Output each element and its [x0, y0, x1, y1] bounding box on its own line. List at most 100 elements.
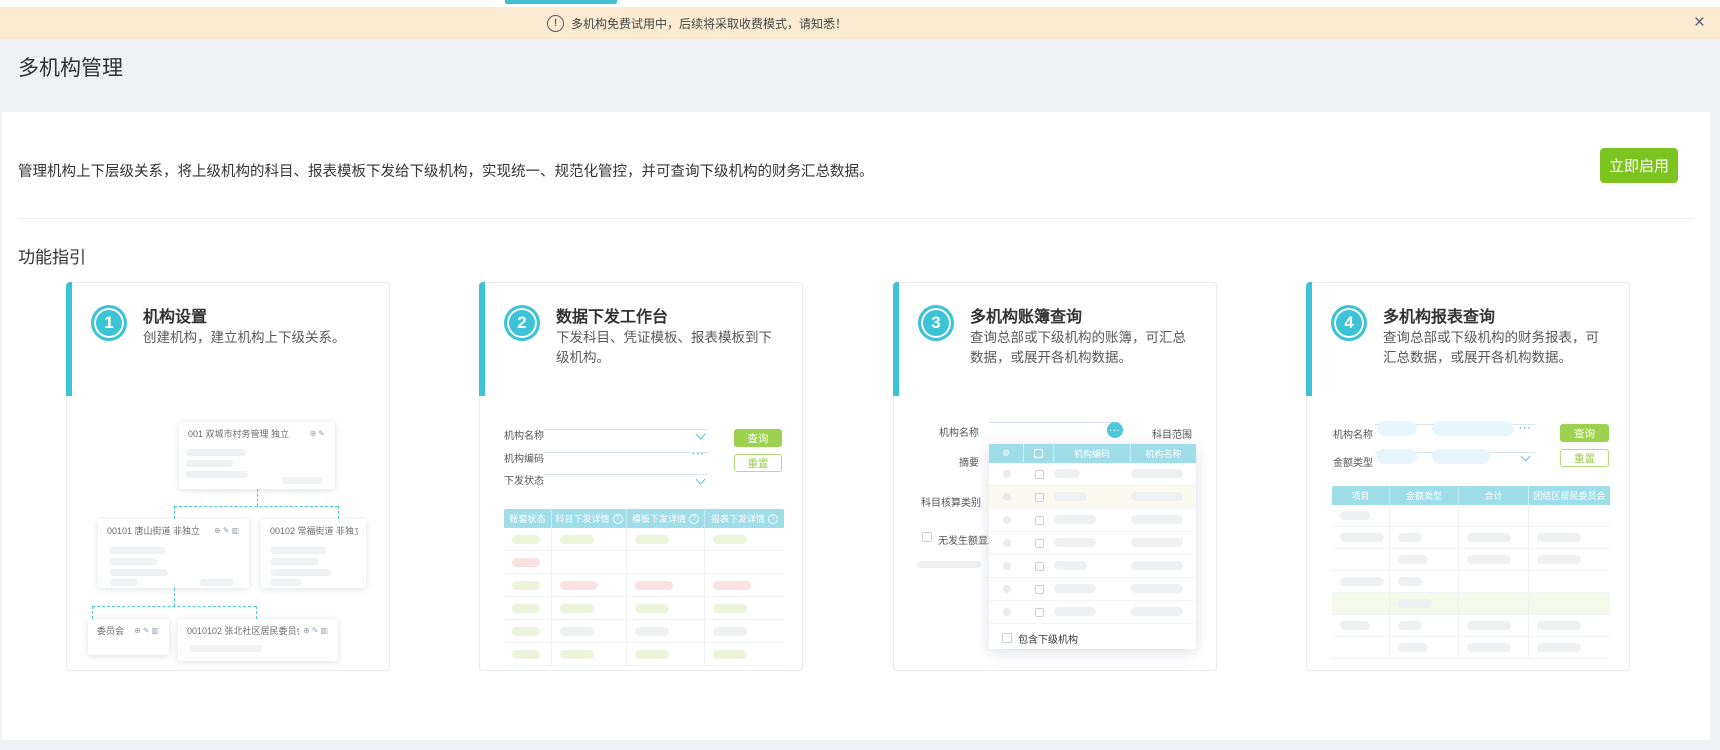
org-node-actions: ⊕✎▥ [134, 626, 161, 635]
placeholder-pill [512, 649, 540, 659]
table-row [989, 532, 1196, 555]
placeholder-bar [917, 561, 981, 568]
help-icon: ? [768, 513, 778, 524]
placeholder-bar [110, 569, 168, 576]
chevron-down-icon [695, 429, 706, 440]
active-tab-indicator[interactable] [505, 0, 617, 4]
trash-icon: ▥ [231, 526, 241, 535]
trash-icon: ▥ [151, 626, 161, 635]
dispatch-table: 账套状态 科目下发详情? 模板下发详情? 报表下发详情? [504, 509, 784, 666]
placeholder-bar [186, 460, 233, 467]
close-icon[interactable]: × [1694, 11, 1705, 35]
placeholder-pill [1131, 514, 1183, 524]
table-row [1332, 505, 1610, 527]
step-number-badge: 4 [1331, 305, 1367, 341]
table-header-row: 账套状态 科目下发详情? 模板下发详情? 报表下发详情? [504, 509, 784, 528]
table-header-row: 项目 金额类型 合计 团结区居民委员会 [1332, 486, 1610, 505]
org-node-label: 委员会 [97, 626, 125, 636]
field-label-subject-category: 科目核算类别 [921, 498, 981, 509]
help-icon: ? [612, 513, 623, 524]
org-node-label: 0010102 张北社区居民委员会 [187, 626, 300, 636]
placeholder-pill [1340, 533, 1384, 542]
column-header: 机构名称 [1145, 449, 1182, 459]
checkbox [1002, 633, 1012, 643]
table-row [504, 643, 784, 666]
page-title: 多机构管理 [18, 57, 123, 80]
placeholder-bar [186, 471, 248, 478]
placeholder-bar [200, 579, 233, 586]
guide-card-org-setup: 1 机构设置 创建机构，建立机构上下级关系。 001 双城市村务管理 独立 ⊕✎ [66, 282, 390, 671]
placeholder-pill [1537, 621, 1581, 630]
placeholder-pill [1398, 643, 1428, 652]
table-row [1332, 549, 1610, 571]
placeholder-pill [1054, 491, 1087, 501]
ellipsis-icon: ··· [1519, 423, 1532, 434]
table-row [989, 486, 1196, 509]
drag-dot [1002, 539, 1011, 547]
column-header-label: 科目下发详情 [555, 514, 610, 524]
placeholder-pill [713, 649, 747, 659]
step-title: 数据下发工作台 [556, 309, 669, 326]
gear-icon: ⚙ [989, 444, 1024, 463]
placeholder-bar [271, 569, 331, 576]
input-line [544, 452, 708, 453]
ellipsis-button: ··· [1107, 422, 1123, 438]
placeholder-pill [1398, 533, 1422, 542]
chevron-down-icon [1520, 451, 1531, 462]
placeholder-bar [186, 449, 246, 456]
banner-message: 多机构免费试用中，后续将采取收费模式，请知悉！ [570, 16, 848, 31]
placeholder-bar [271, 579, 301, 586]
placeholder-pill [1054, 560, 1087, 570]
placeholder-pill [1467, 555, 1511, 564]
placeholder-pill [512, 580, 540, 590]
table-row [504, 574, 784, 597]
column-header: 模板下发详情? [627, 509, 705, 528]
placeholder-pill [713, 580, 751, 590]
column-header-label: 账套状态 [509, 514, 546, 524]
mini-query-button: 查询 [1560, 424, 1609, 442]
placeholder-pill [560, 649, 594, 659]
org-connector [174, 506, 175, 519]
checkbox [1034, 561, 1044, 571]
placeholder-pill [635, 626, 669, 636]
placeholder-pill [1467, 621, 1511, 630]
placeholder-pill [1131, 491, 1183, 501]
card-accent-bar [66, 282, 72, 396]
column-header-label: 报表下发详情 [710, 514, 765, 524]
placeholder-pill [635, 534, 669, 544]
placeholder-pill [1054, 606, 1096, 616]
drag-dot [1002, 608, 1011, 616]
column-header [1024, 444, 1054, 463]
placeholder-pill [560, 580, 598, 590]
placeholder-pill [512, 626, 540, 636]
placeholder-pill [1398, 621, 1422, 630]
placeholder-pill [713, 534, 747, 544]
enable-button[interactable]: 立即启用 [1600, 148, 1678, 183]
step-description: 创建机构，建立机构上下级关系。 [143, 330, 346, 345]
step-title: 机构设置 [143, 309, 208, 326]
table-row [1332, 593, 1610, 615]
field-label-org-code: 机构编码 [504, 454, 544, 465]
org-node-root: 001 双城市村务管理 独立 ⊕✎ [179, 422, 335, 489]
checkbox [1034, 538, 1044, 548]
card-accent-bar [893, 282, 899, 396]
placeholder-pill [1131, 583, 1183, 593]
add-icon: ⊕ [303, 626, 312, 635]
placeholder-chip [1432, 449, 1490, 464]
input-line [544, 474, 708, 475]
add-icon: ⊕ [309, 429, 319, 438]
placeholder-pill [512, 603, 540, 613]
placeholder-bar [271, 558, 319, 565]
org-select-dropdown: ⚙ 机构编码 机构名称 包含下级机构 [989, 444, 1196, 649]
guide-card-report-query: 4 多机构报表查询 查询总部或下级机构的财务报表，可汇总数据，或展开各机构数据。… [1306, 282, 1630, 671]
column-header: 机构编码 [1054, 444, 1131, 463]
checkbox [1034, 515, 1044, 525]
column-header: 合计 [1459, 486, 1529, 505]
table-row [1332, 615, 1610, 637]
placeholder-chip [1377, 421, 1417, 436]
placeholder-chip [1377, 449, 1417, 464]
placeholder-bar [271, 547, 326, 554]
banner-message-group: ! 多机构免费试用中，后续将采取收费模式，请知悉！ [546, 7, 848, 39]
placeholder-pill [1398, 577, 1422, 586]
placeholder-pill [1131, 606, 1183, 616]
